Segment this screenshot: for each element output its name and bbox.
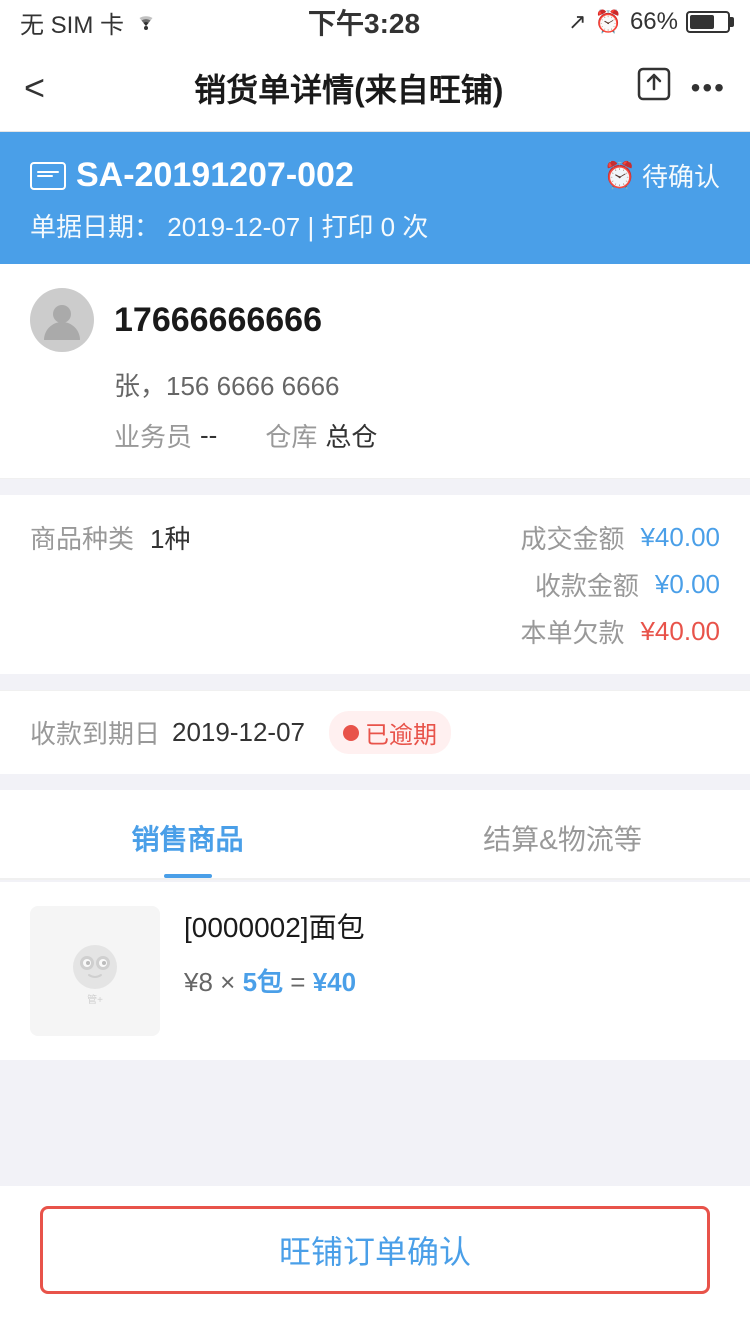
- order-id-row: SA-20191207-002 ⏰ 待确认: [30, 156, 720, 195]
- svg-text:管+: 管+: [87, 993, 103, 1006]
- owed-amount-row: 本单欠款 ¥40.00: [520, 613, 720, 650]
- clock-icon: ⏰: [604, 160, 636, 191]
- received-value: ¥0.00: [655, 569, 720, 600]
- product-section: 管+ [0000002]面包 ¥8 × 5包 = ¥40: [0, 882, 750, 1060]
- due-date-label: 收款到期日: [30, 714, 160, 751]
- tabs-container: 销售商品 结算&物流等: [0, 790, 750, 880]
- summary-main-row: 商品种类 1种 成交金额 ¥40.00 收款金额 ¥0.00 本单欠款 ¥40.…: [30, 519, 720, 650]
- unit-price: ¥8: [184, 967, 213, 997]
- tab-settlement-logistics[interactable]: 结算&物流等: [375, 790, 750, 878]
- battery-fill: [690, 15, 714, 29]
- owed-value: ¥40.00: [640, 616, 720, 647]
- deal-amount-row: 成交金额 ¥40.00: [520, 519, 720, 556]
- received-label: 收款金额: [535, 566, 639, 603]
- more-icon[interactable]: •••: [691, 72, 726, 104]
- product-type-label: 商品种类: [30, 519, 134, 556]
- status-right: ↗ ⏰ 66%: [568, 8, 730, 36]
- summary-card: 商品种类 1种 成交金额 ¥40.00 收款金额 ¥0.00 本单欠款 ¥40.…: [0, 495, 750, 674]
- overdue-dot-icon: [343, 725, 359, 741]
- avatar: [30, 288, 94, 352]
- salesperson-value: --: [200, 420, 217, 451]
- customer-meta: 业务员 -- 仓库 总仓: [114, 417, 720, 454]
- warehouse-value: 总仓: [325, 417, 377, 454]
- product-type-value: 1种: [150, 519, 190, 556]
- salesperson-label: 业务员: [114, 417, 192, 454]
- product-type-section: 商品种类 1种: [30, 519, 190, 556]
- carrier-text: 无 SIM 卡: [20, 5, 124, 40]
- owed-label: 本单欠款: [520, 613, 624, 650]
- warehouse-label: 仓库: [265, 417, 317, 454]
- amounts-section: 成交金额 ¥40.00 收款金额 ¥0.00 本单欠款 ¥40.00: [520, 519, 720, 650]
- overdue-text: 已逾期: [365, 715, 437, 750]
- order-status: ⏰ 待确认: [604, 157, 720, 194]
- equals-sign: =: [290, 967, 312, 997]
- back-button[interactable]: <: [24, 59, 61, 117]
- product-thumbnail: 管+: [30, 906, 160, 1036]
- page-title: 销货单详情(来自旺铺): [61, 65, 637, 111]
- nav-bar: < 销货单详情(来自旺铺) •••: [0, 44, 750, 132]
- due-date-value: 2019-12-07: [172, 717, 305, 748]
- tab-sales-products[interactable]: 销售商品: [0, 790, 375, 878]
- customer-row: 17666666666: [30, 288, 720, 352]
- share-icon[interactable]: [637, 67, 671, 109]
- deal-amount-label: 成交金额: [520, 519, 624, 556]
- confirm-btn-container: 旺铺订单确认: [0, 1186, 750, 1334]
- due-date-card: 收款到期日 2019-12-07 已逾期: [0, 690, 750, 774]
- multiply-sign: ×: [220, 967, 242, 997]
- product-name: [0000002]面包: [184, 906, 720, 946]
- customer-name: 张，156 6666 6666: [114, 366, 720, 403]
- battery-icon: [686, 11, 730, 33]
- customer-phone: 17666666666: [114, 301, 322, 340]
- status-time: 下午3:28: [308, 2, 420, 42]
- location-icon: ↗: [568, 9, 586, 35]
- deal-amount-value: ¥40.00: [640, 522, 720, 553]
- confirm-order-button[interactable]: 旺铺订单确认: [40, 1206, 710, 1294]
- product-info: [0000002]面包 ¥8 × 5包 = ¥40: [184, 906, 720, 999]
- status-bar: 无 SIM 卡 下午3:28 ↗ ⏰ 66%: [0, 0, 750, 44]
- overdue-badge: 已逾期: [329, 711, 451, 754]
- order-header: SA-20191207-002 ⏰ 待确认 单据日期： 2019-12-07 |…: [0, 132, 750, 264]
- customer-card: 17666666666 张，156 6666 6666 业务员 -- 仓库 总仓: [0, 264, 750, 479]
- status-left: 无 SIM 卡: [20, 5, 160, 40]
- nav-actions: •••: [637, 67, 726, 109]
- total-price: ¥40: [313, 967, 356, 997]
- qty: 5包: [243, 967, 283, 997]
- alarm-icon: ⏰: [595, 9, 622, 35]
- order-id: SA-20191207-002: [30, 156, 354, 195]
- wifi-icon: [132, 8, 160, 37]
- received-amount-row: 收款金额 ¥0.00: [535, 566, 720, 603]
- battery-percent: 66%: [630, 8, 678, 36]
- order-date-row: 单据日期： 2019-12-07 | 打印 0 次: [30, 207, 720, 244]
- product-item: 管+ [0000002]面包 ¥8 × 5包 = ¥40: [30, 906, 720, 1036]
- product-price: ¥8 × 5包 = ¥40: [184, 962, 720, 999]
